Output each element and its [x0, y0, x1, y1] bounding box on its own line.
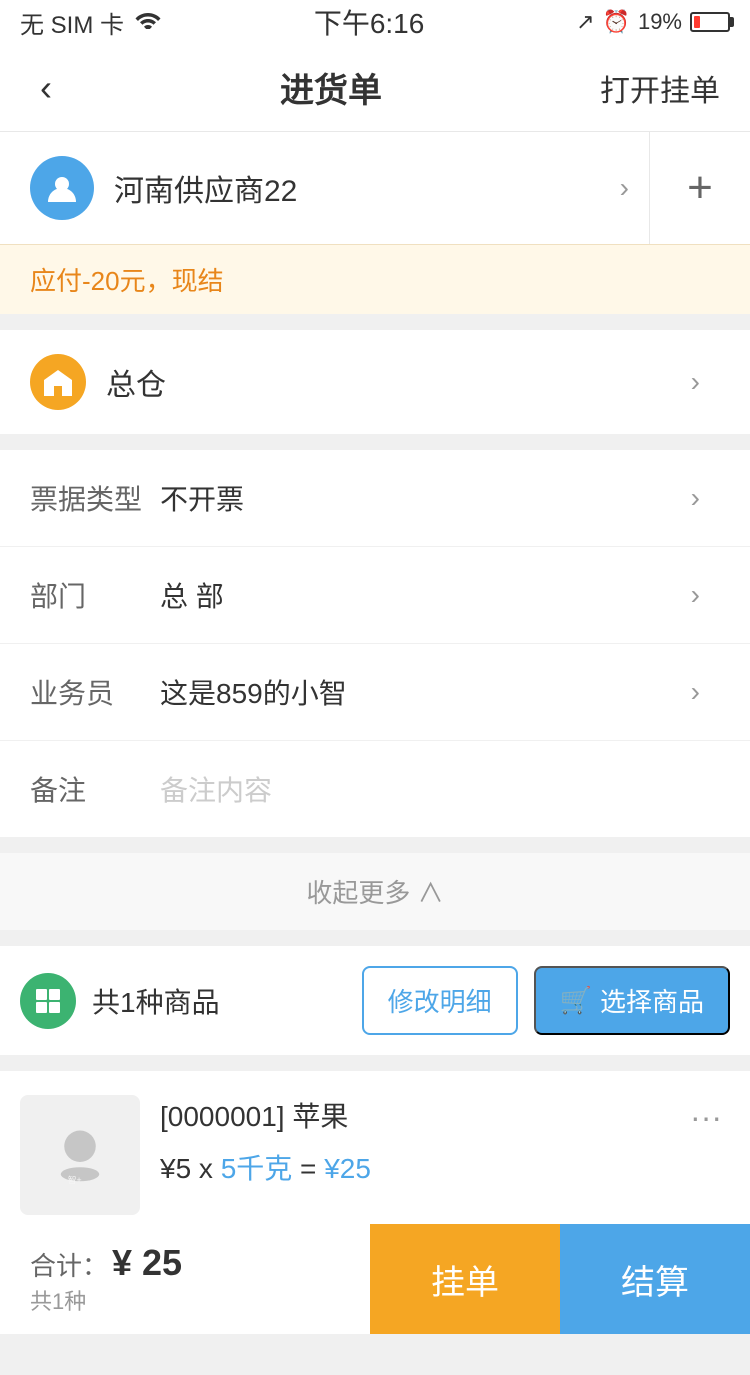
nav-bar: ‹ 进货单 打开挂单 — [0, 44, 750, 132]
product-price: ¥5 x 5千克 = ¥25 — [160, 1147, 662, 1187]
svg-text:智+: 智+ — [68, 1174, 82, 1185]
cart-icon: 🛒 — [560, 985, 592, 1016]
supplier-chevron-icon: › — [600, 172, 649, 204]
form-section: 票据类型 不开票 › 部门 总 部 › 业务员 这是859的小智 › 备注 备注… — [0, 450, 750, 837]
ticket-type-label: 票据类型 — [30, 478, 160, 518]
department-value: 总 部 — [160, 575, 671, 615]
collapse-button[interactable]: 收起更多 ∧ — [0, 853, 750, 930]
hang-button[interactable]: 挂单 — [370, 1224, 560, 1334]
ticket-type-value: 不开票 — [160, 478, 671, 518]
supplier-selector[interactable]: 河南供应商22 › — [0, 132, 650, 244]
department-chevron-icon: › — [671, 579, 720, 611]
total-amount: ¥ 25 — [112, 1242, 182, 1284]
content-area: 河南供应商22 › + 应付-20元，现结 总仓 › 票据类型 不开票 › 部门… — [0, 132, 750, 1375]
supplier-avatar — [30, 156, 94, 220]
product-item: 智+ [0000001] 苹果 ¥5 x 5千克 = ¥25 ··· — [0, 1071, 750, 1239]
back-button[interactable]: ‹ — [30, 57, 62, 119]
wifi-icon — [134, 8, 162, 36]
warehouse-chevron-icon: › — [671, 366, 720, 398]
department-label: 部门 — [30, 575, 160, 615]
open-pending-button[interactable]: 打开挂单 — [600, 66, 720, 110]
total-section: 合计： ¥ 25 共1种 — [0, 1224, 370, 1334]
status-right: ↗ ⏰ 19% — [576, 9, 730, 35]
battery-icon — [690, 12, 730, 32]
bottom-bar: 合计： ¥ 25 共1种 挂单 结算 — [0, 1224, 750, 1334]
status-left: 无 SIM 卡 — [20, 5, 162, 40]
products-count: 共1种商品 — [92, 981, 346, 1021]
product-info: [0000001] 苹果 ¥5 x 5千克 = ¥25 — [160, 1095, 662, 1187]
product-thumbnail: 智+ — [20, 1095, 140, 1215]
salesperson-chevron-icon: › — [671, 676, 720, 708]
remark-input[interactable]: 备注内容 — [160, 769, 720, 809]
supplier-name: 河南供应商22 — [114, 166, 600, 210]
products-header: 共1种商品 修改明细 🛒 选择商品 — [0, 946, 750, 1055]
page-title: 进货单 — [280, 63, 382, 112]
status-time: 下午6:16 — [314, 2, 425, 42]
edit-details-button[interactable]: 修改明细 — [362, 966, 518, 1035]
product-name: [0000001] 苹果 — [160, 1095, 662, 1135]
products-icon — [20, 973, 76, 1029]
ticket-type-row[interactable]: 票据类型 不开票 › — [0, 450, 750, 547]
warehouse-selector[interactable]: 总仓 › — [0, 330, 750, 434]
select-product-button[interactable]: 🛒 选择商品 — [534, 966, 730, 1035]
payment-info: 应付-20元，现结 — [0, 244, 750, 314]
total-label: 合计： — [30, 1246, 108, 1283]
warehouse-name: 总仓 — [106, 360, 671, 404]
warehouse-icon — [30, 354, 86, 410]
supplier-card: 河南供应商22 › + 应付-20元，现结 — [0, 132, 750, 314]
salesperson-label: 业务员 — [30, 672, 160, 712]
add-supplier-button[interactable]: + — [650, 132, 750, 244]
checkout-button[interactable]: 结算 — [560, 1224, 750, 1334]
location-icon: ↗ — [576, 9, 594, 35]
department-row[interactable]: 部门 总 部 › — [0, 547, 750, 644]
battery-percent: 19% — [638, 9, 682, 35]
alarm-icon: ⏰ — [603, 9, 630, 35]
carrier-label: 无 SIM 卡 — [20, 5, 124, 40]
salesperson-value: 这是859的小智 — [160, 672, 671, 712]
ticket-type-chevron-icon: › — [671, 482, 720, 514]
salesperson-row[interactable]: 业务员 这是859的小智 › — [0, 644, 750, 741]
supplier-section: 河南供应商22 › + — [0, 132, 750, 244]
status-bar: 无 SIM 卡 下午6:16 ↗ ⏰ 19% — [0, 0, 750, 44]
product-more-button[interactable]: ··· — [682, 1095, 730, 1140]
remark-row[interactable]: 备注 备注内容 — [0, 741, 750, 837]
total-sub: 共1种 — [30, 1284, 340, 1316]
remark-label: 备注 — [30, 769, 160, 809]
